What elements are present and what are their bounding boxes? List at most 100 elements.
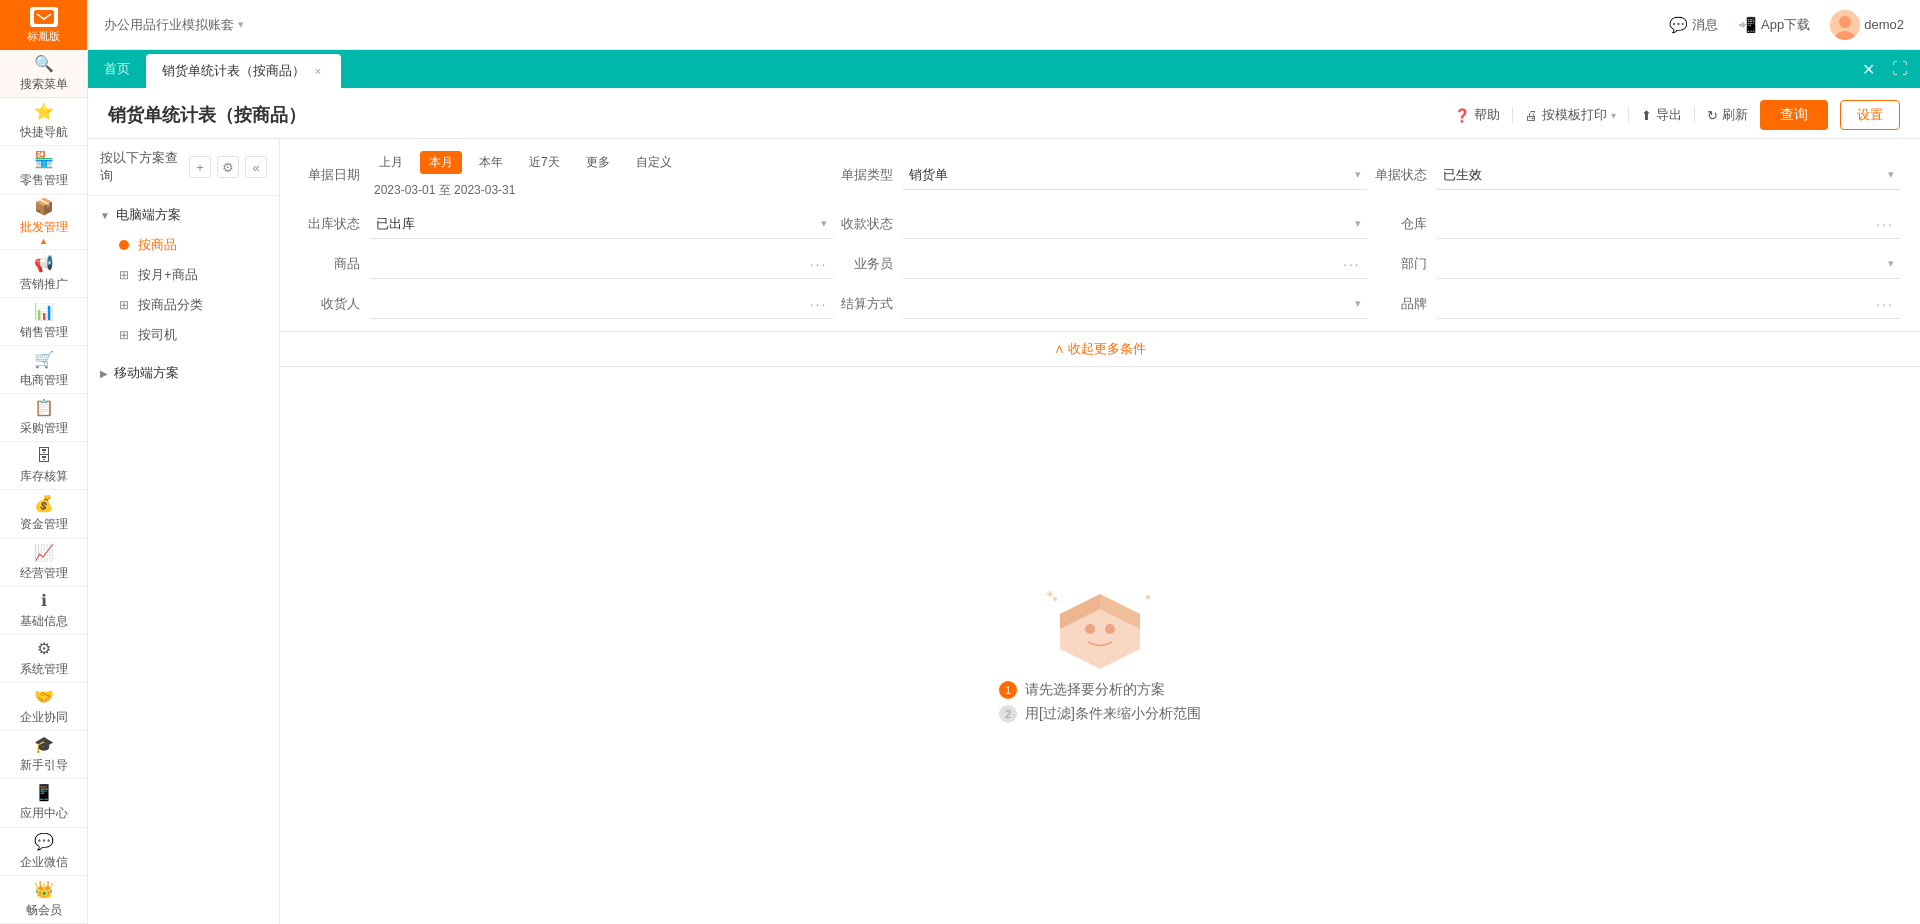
settings-button[interactable]: 设置 <box>1840 100 1900 130</box>
doc-type-filter[interactable]: 销货单 <box>903 160 1366 190</box>
date-range-value: 2023-03-01 至 2023-03-31 <box>374 182 515 199</box>
wechat-icon: 💬 <box>34 832 54 851</box>
date-selector: 上月 本月 本年 近7天 更多 自定义 2023-03-01 至 2023-03… <box>370 151 833 199</box>
sidebar: 标胤版 🔍 搜索菜单 ⭐ 快捷导航 🏪 零售管理 📦 批发管理 ▲ 📢 营销推广… <box>0 0 88 924</box>
brand-filter[interactable]: ··· <box>1437 289 1900 319</box>
sidebar-item-label: 畅会员 <box>26 902 62 919</box>
tree-item-by-product[interactable]: 按商品 <box>88 230 279 260</box>
message-btn[interactable]: 💬 消息 <box>1669 16 1718 34</box>
system-icon: ⚙ <box>37 639 51 658</box>
tab-actions: ✕ ⛶ <box>1856 57 1920 81</box>
collapse-filters-btn[interactable]: ∧ 收起更多条件 <box>280 332 1920 367</box>
app-download-btn[interactable]: 📲 App下载 <box>1738 16 1810 34</box>
sidebar-item-search[interactable]: 🔍 搜索菜单 <box>0 50 87 98</box>
tree-item-label: 按司机 <box>138 326 177 344</box>
sidebar-item-basic[interactable]: ℹ 基础信息 <box>0 587 87 635</box>
settings-scheme-btn[interactable]: ⚙ <box>217 156 239 178</box>
tab-sales-stats[interactable]: 销货单统计表（按商品） × <box>146 54 341 88</box>
tree-group-desktop-header[interactable]: ▼ 电脑端方案 <box>88 200 279 230</box>
salesperson-filter[interactable]: ··· <box>903 249 1366 279</box>
app-logo[interactable]: 标胤版 <box>0 0 87 50</box>
tree-group-mobile: ▶ 移动端方案 <box>88 354 279 392</box>
search-icon: 🔍 <box>34 54 54 73</box>
tab-close-icon[interactable]: × <box>311 64 325 78</box>
sidebar-item-purchase[interactable]: 📋 采购管理 <box>0 394 87 442</box>
date-btn-this-month[interactable]: 本月 <box>420 151 462 174</box>
sidebar-item-guide[interactable]: 🎓 新手引导 <box>0 731 87 779</box>
table-icon-2: ⊞ <box>116 297 132 313</box>
sidebar-item-member[interactable]: 👑 畅会员 <box>0 876 87 924</box>
app-download-label: App下载 <box>1761 16 1810 34</box>
tree-item-by-driver[interactable]: ⊞ 按司机 <box>88 320 279 350</box>
refresh-btn[interactable]: ↻ 刷新 <box>1707 106 1748 124</box>
tree-group-label: 移动端方案 <box>114 364 179 382</box>
payment-status-filter[interactable] <box>903 209 1366 239</box>
export-btn[interactable]: ⬆ 导出 <box>1641 106 1682 124</box>
sidebar-item-operation[interactable]: 📈 经营管理 <box>0 539 87 587</box>
department-filter[interactable] <box>1437 249 1900 279</box>
doc-status-filter[interactable]: 已生效 <box>1437 160 1900 190</box>
add-scheme-btn[interactable]: + <box>189 156 211 178</box>
help-btn[interactable]: ❓ 帮助 <box>1454 106 1500 124</box>
help-icon: ❓ <box>1454 108 1470 123</box>
settlement-filter[interactable] <box>903 289 1366 319</box>
sidebar-item-ecommerce[interactable]: 🛒 电商管理 <box>0 346 87 394</box>
sidebar-item-quicknav[interactable]: ⭐ 快捷导航 <box>0 98 87 146</box>
tree-item-by-category[interactable]: ⊞ 按商品分类 <box>88 290 279 320</box>
maximize-icon[interactable]: ⛶ <box>1888 57 1912 81</box>
warehouse-label: 仓库 <box>1367 215 1437 233</box>
industry-selector[interactable]: 办公用品行业模拟账套 ▾ <box>104 16 244 34</box>
warehouse-filter[interactable]: ··· <box>1437 209 1900 239</box>
stock-status-filter[interactable]: 已出库 <box>370 209 833 239</box>
page-title: 销货单统计表（按商品） <box>108 103 306 127</box>
sidebar-item-retail[interactable]: 🏪 零售管理 <box>0 146 87 194</box>
date-filter[interactable]: 上月 本月 本年 近7天 更多 自定义 2023-03-01 至 2023-03… <box>370 151 833 199</box>
collapse-label: ∧ 收起更多条件 <box>1054 340 1147 358</box>
sidebar-item-appcenter[interactable]: 📱 应用中心 <box>0 779 87 827</box>
sidebar-item-label: 批发管理 <box>20 219 68 236</box>
doc-type-label: 单据类型 <box>833 166 903 184</box>
tree-item-by-month-product[interactable]: ⊞ 按月+商品 <box>88 260 279 290</box>
industry-label: 办公用品行业模拟账套 <box>104 16 234 34</box>
sidebar-item-marketing[interactable]: 📢 营销推广 <box>0 250 87 298</box>
collapse-panel-btn[interactable]: « <box>245 156 267 178</box>
date-btn-this-year[interactable]: 本年 <box>470 151 512 174</box>
print-btn[interactable]: 🖨 按模板打印 ▾ <box>1525 106 1616 124</box>
top-header: 办公用品行业模拟账套 ▾ 💬 消息 📲 App下载 <box>88 0 1920 50</box>
product-filter[interactable]: ··· <box>370 249 833 279</box>
tab-home[interactable]: 首页 <box>88 50 146 88</box>
expand-arrow-icon: ▼ <box>100 210 110 221</box>
query-button[interactable]: 查询 <box>1760 100 1828 130</box>
sidebar-item-system[interactable]: ⚙ 系统管理 <box>0 635 87 683</box>
left-panel-header: 按以下方案查询 + ⚙ « <box>88 139 279 196</box>
settlement-label: 结算方式 <box>833 295 903 313</box>
sidebar-item-wechat[interactable]: 💬 企业微信 <box>0 828 87 876</box>
sidebar-item-wholesale[interactable]: 📦 批发管理 ▲ <box>0 195 87 250</box>
main-area: 办公用品行业模拟账套 ▾ 💬 消息 📲 App下载 <box>88 0 1920 924</box>
export-icon: ⬆ <box>1641 108 1652 123</box>
empty-tip-1: 1 请先选择要分析的方案 <box>999 681 1201 699</box>
date-btn-last-month[interactable]: 上月 <box>370 151 412 174</box>
svg-point-4 <box>119 240 129 250</box>
guide-icon: 🎓 <box>34 735 54 754</box>
sidebar-item-label: 资金管理 <box>20 516 68 533</box>
date-btn-custom[interactable]: 自定义 <box>627 151 681 174</box>
doc-status-label: 单据状态 <box>1367 166 1437 184</box>
sidebar-item-finance[interactable]: 💰 资金管理 <box>0 490 87 538</box>
date-btn-7days[interactable]: 近7天 <box>520 151 569 174</box>
svg-point-8 <box>1085 624 1095 634</box>
divider3 <box>1694 107 1695 123</box>
sidebar-item-enterprise[interactable]: 🤝 企业协同 <box>0 683 87 731</box>
tree-group-mobile-header[interactable]: ▶ 移动端方案 <box>88 358 279 388</box>
sidebar-item-label: 系统管理 <box>20 661 68 678</box>
header-left: 办公用品行业模拟账套 ▾ <box>104 16 244 34</box>
sidebar-item-inventory[interactable]: 🗄 库存核算 <box>0 442 87 490</box>
svg-point-10 <box>1053 597 1057 601</box>
department-label: 部门 <box>1367 255 1437 273</box>
user-profile[interactable]: demo2 <box>1830 10 1904 40</box>
sidebar-item-sales[interactable]: 📊 销售管理 <box>0 298 87 346</box>
date-btn-more[interactable]: 更多 <box>577 151 619 174</box>
header-right: 💬 消息 📲 App下载 demo2 <box>1669 10 1904 40</box>
recipient-filter[interactable]: ··· <box>370 289 833 319</box>
close-tab-icon[interactable]: ✕ <box>1856 57 1880 81</box>
